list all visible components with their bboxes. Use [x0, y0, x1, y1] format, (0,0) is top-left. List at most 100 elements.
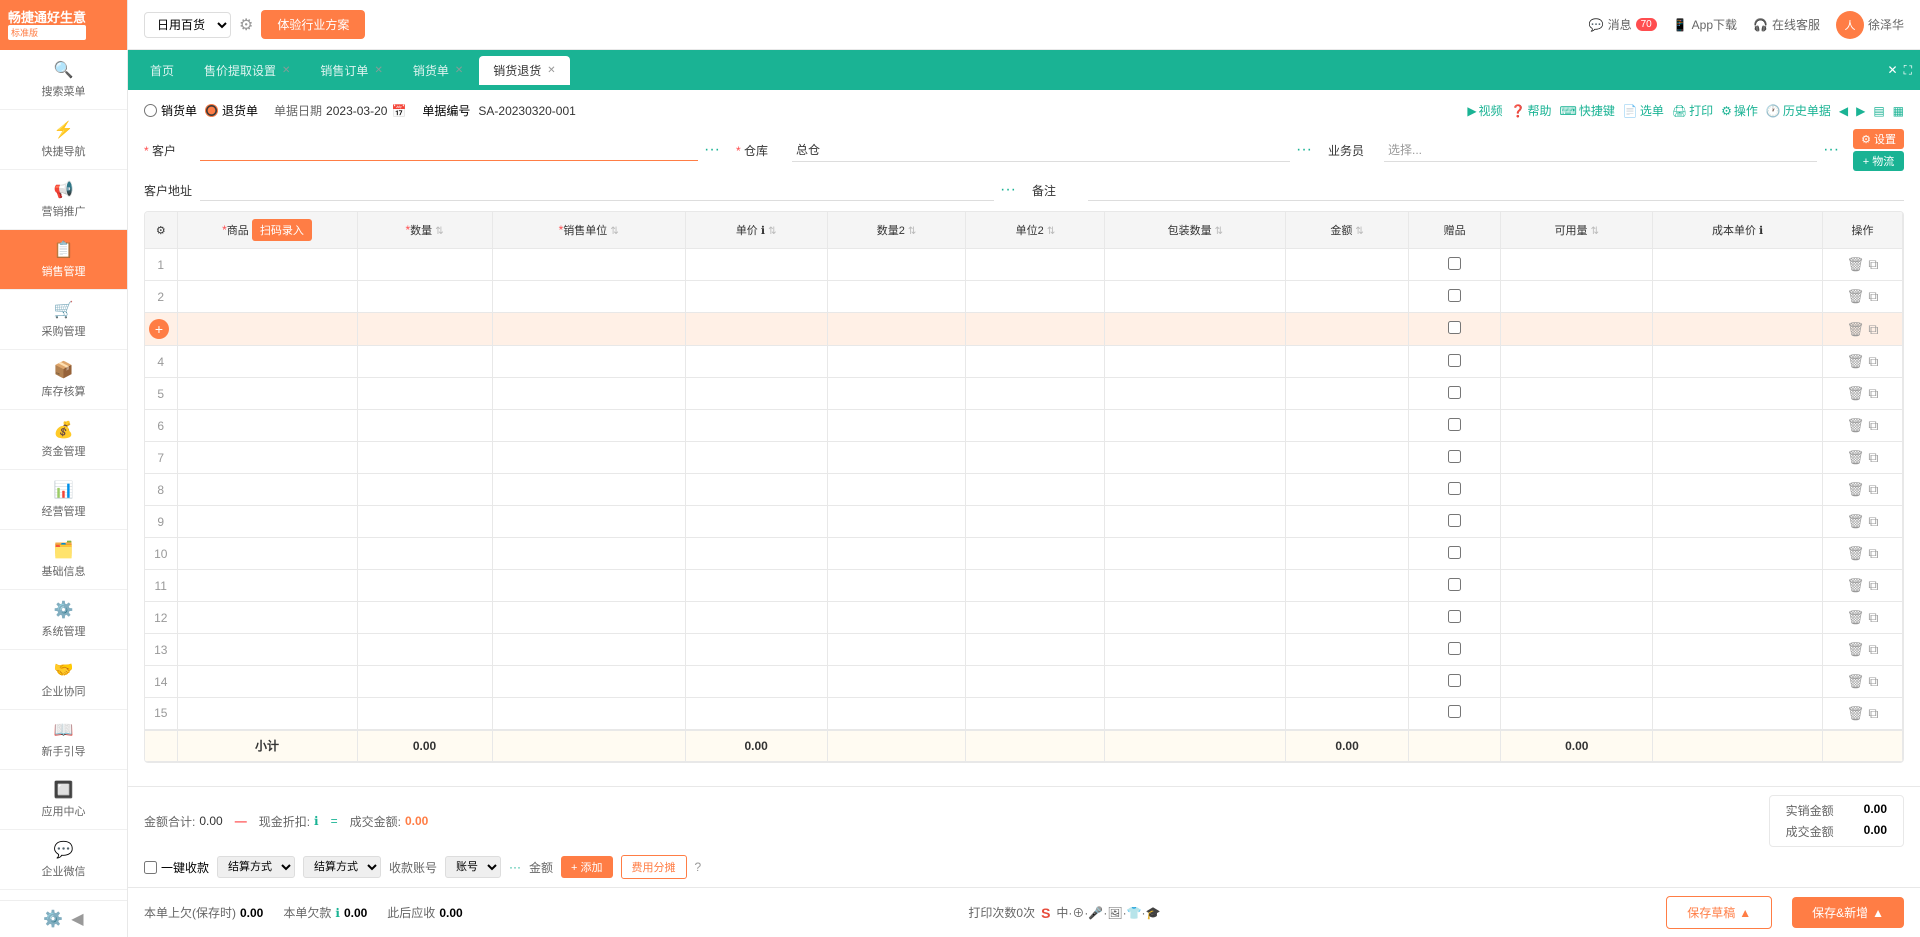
industry-dropdown[interactable]: 日用百货 — [144, 12, 231, 38]
gift-checkbox-9[interactable] — [1448, 514, 1461, 527]
unit-cell-5[interactable] — [492, 378, 685, 410]
copy-icon-13[interactable]: ⧉ — [1868, 641, 1878, 658]
tab-close-sale-price[interactable]: ✕ — [282, 65, 290, 76]
tab-sales-delivery[interactable]: 销货单✕ — [399, 56, 477, 85]
packqty-cell-8[interactable] — [1105, 474, 1286, 506]
qty2-sort-icon[interactable]: ⇅ — [908, 226, 916, 237]
amount-cell-4[interactable] — [1286, 346, 1409, 378]
packqty-cell-10[interactable] — [1105, 538, 1286, 570]
price-cell-13[interactable] — [685, 634, 827, 666]
packqty-cell-15[interactable] — [1105, 698, 1286, 730]
price-cell-5[interactable] — [685, 378, 827, 410]
product-cell-1[interactable] — [177, 249, 357, 281]
price-sort-icon[interactable]: ⇅ — [768, 226, 776, 237]
print-btn[interactable]: 🖨 打印 — [1672, 102, 1713, 119]
available-cell-10[interactable] — [1501, 538, 1653, 570]
unit2-cell-13[interactable] — [966, 634, 1105, 666]
price-cell-9[interactable] — [685, 506, 827, 538]
qty2-cell-1[interactable] — [827, 249, 966, 281]
qty-cell-7[interactable] — [357, 442, 492, 474]
sidebar-item-quicknav[interactable]: ⚡快捷导航 — [0, 110, 127, 170]
sidebar-item-guide[interactable]: 📖新手引导 — [0, 710, 127, 770]
packqty-cell-11[interactable] — [1105, 570, 1286, 602]
gift-checkbox-7[interactable] — [1448, 450, 1461, 463]
qty-cell-8[interactable] — [357, 474, 492, 506]
tab-close-sales-return[interactable]: ✕ — [547, 65, 555, 76]
price-cell-14[interactable] — [685, 666, 827, 698]
gift-cell-6[interactable] — [1408, 410, 1500, 442]
price-cell-4[interactable] — [685, 346, 827, 378]
delete-icon-11[interactable]: 🗑 — [1847, 577, 1865, 594]
product-cell-8[interactable] — [177, 474, 357, 506]
gift-cell-4[interactable] — [1408, 346, 1500, 378]
gift-checkbox-14[interactable] — [1448, 674, 1461, 687]
unit2-cell-6[interactable] — [966, 410, 1105, 442]
qty-cell-6[interactable] — [357, 410, 492, 442]
gift-cell-8[interactable] — [1408, 474, 1500, 506]
qty2-cell-2[interactable] — [827, 281, 966, 313]
video-btn[interactable]: ▶ 视频 — [1467, 102, 1502, 119]
gift-checkbox-6[interactable] — [1448, 418, 1461, 431]
sidebar-item-search[interactable]: 🔍搜索菜单 — [0, 50, 127, 110]
packqty-cell-5[interactable] — [1105, 378, 1286, 410]
qty-cell-14[interactable] — [357, 666, 492, 698]
available-cell-8[interactable] — [1501, 474, 1653, 506]
copy-icon-9[interactable]: ⧉ — [1868, 513, 1878, 530]
available-cell-12[interactable] — [1501, 602, 1653, 634]
product-cell-10[interactable] — [177, 538, 357, 570]
available-cell-6[interactable] — [1501, 410, 1653, 442]
delete-icon-6[interactable]: 🗑 — [1847, 417, 1865, 434]
gift-checkbox-8[interactable] — [1448, 482, 1461, 495]
gift-cell-13[interactable] — [1408, 634, 1500, 666]
delete-icon-3[interactable]: 🗑 — [1847, 321, 1865, 338]
amount-cell-7[interactable] — [1286, 442, 1409, 474]
delete-icon-10[interactable]: 🗑 — [1847, 545, 1865, 562]
cost-cell-7[interactable] — [1653, 442, 1823, 474]
tab-home[interactable]: 首页 — [136, 56, 188, 85]
unit-cell-2[interactable] — [492, 281, 685, 313]
price-cell-11[interactable] — [685, 570, 827, 602]
topbar-settings-button[interactable]: ⚙ — [239, 15, 253, 35]
unit-cell-7[interactable] — [492, 442, 685, 474]
qty2-cell-5[interactable] — [827, 378, 966, 410]
logistics-btn[interactable]: + 物流 — [1853, 151, 1904, 171]
cost-cell-10[interactable] — [1653, 538, 1823, 570]
date-value[interactable]: 2023-03-20 — [326, 104, 387, 118]
unit2-cell-1[interactable] — [966, 249, 1105, 281]
amount-cell-3[interactable] — [1286, 313, 1409, 346]
packqty-cell-1[interactable] — [1105, 249, 1286, 281]
copy-icon-14[interactable]: ⧉ — [1868, 673, 1878, 690]
price-cell-8[interactable] — [685, 474, 827, 506]
gift-checkbox-10[interactable] — [1448, 546, 1461, 559]
warehouse-picker-icon[interactable]: ··· — [1296, 141, 1312, 159]
product-cell-14[interactable] — [177, 666, 357, 698]
gift-cell-5[interactable] — [1408, 378, 1500, 410]
gift-checkbox-1[interactable] — [1448, 257, 1461, 270]
help-btn[interactable]: ❓ 帮助 — [1511, 102, 1552, 119]
cost-cell-13[interactable] — [1653, 634, 1823, 666]
price-cell-2[interactable] — [685, 281, 827, 313]
delivery-radio-input[interactable] — [144, 104, 157, 117]
packqty-cell-9[interactable] — [1105, 506, 1286, 538]
account-select[interactable]: 账号 — [445, 856, 501, 878]
cost-cell-3[interactable] — [1653, 313, 1823, 346]
scan-button[interactable]: 扫码录入 — [252, 219, 312, 241]
price-cell-1[interactable] — [685, 249, 827, 281]
copy-icon-12[interactable]: ⧉ — [1868, 609, 1878, 626]
price-cell-7[interactable] — [685, 442, 827, 474]
packqty-cell-4[interactable] — [1105, 346, 1286, 378]
delete-icon-9[interactable]: 🗑 — [1847, 513, 1865, 530]
qty2-cell-13[interactable] — [827, 634, 966, 666]
address-picker-icon[interactable]: ··· — [1000, 181, 1016, 199]
copy-icon-2[interactable]: ⧉ — [1868, 288, 1878, 305]
available-cell-5[interactable] — [1501, 378, 1653, 410]
delete-icon-8[interactable]: 🗑 — [1847, 481, 1865, 498]
available-cell-9[interactable] — [1501, 506, 1653, 538]
packqty-sort-icon[interactable]: ⇅ — [1215, 226, 1223, 237]
product-cell-4[interactable] — [177, 346, 357, 378]
amount-cell-9[interactable] — [1286, 506, 1409, 538]
gift-checkbox-15[interactable] — [1448, 705, 1461, 718]
qty-cell-9[interactable] — [357, 506, 492, 538]
unit-cell-6[interactable] — [492, 410, 685, 442]
copy-icon-3[interactable]: ⧉ — [1868, 321, 1878, 338]
